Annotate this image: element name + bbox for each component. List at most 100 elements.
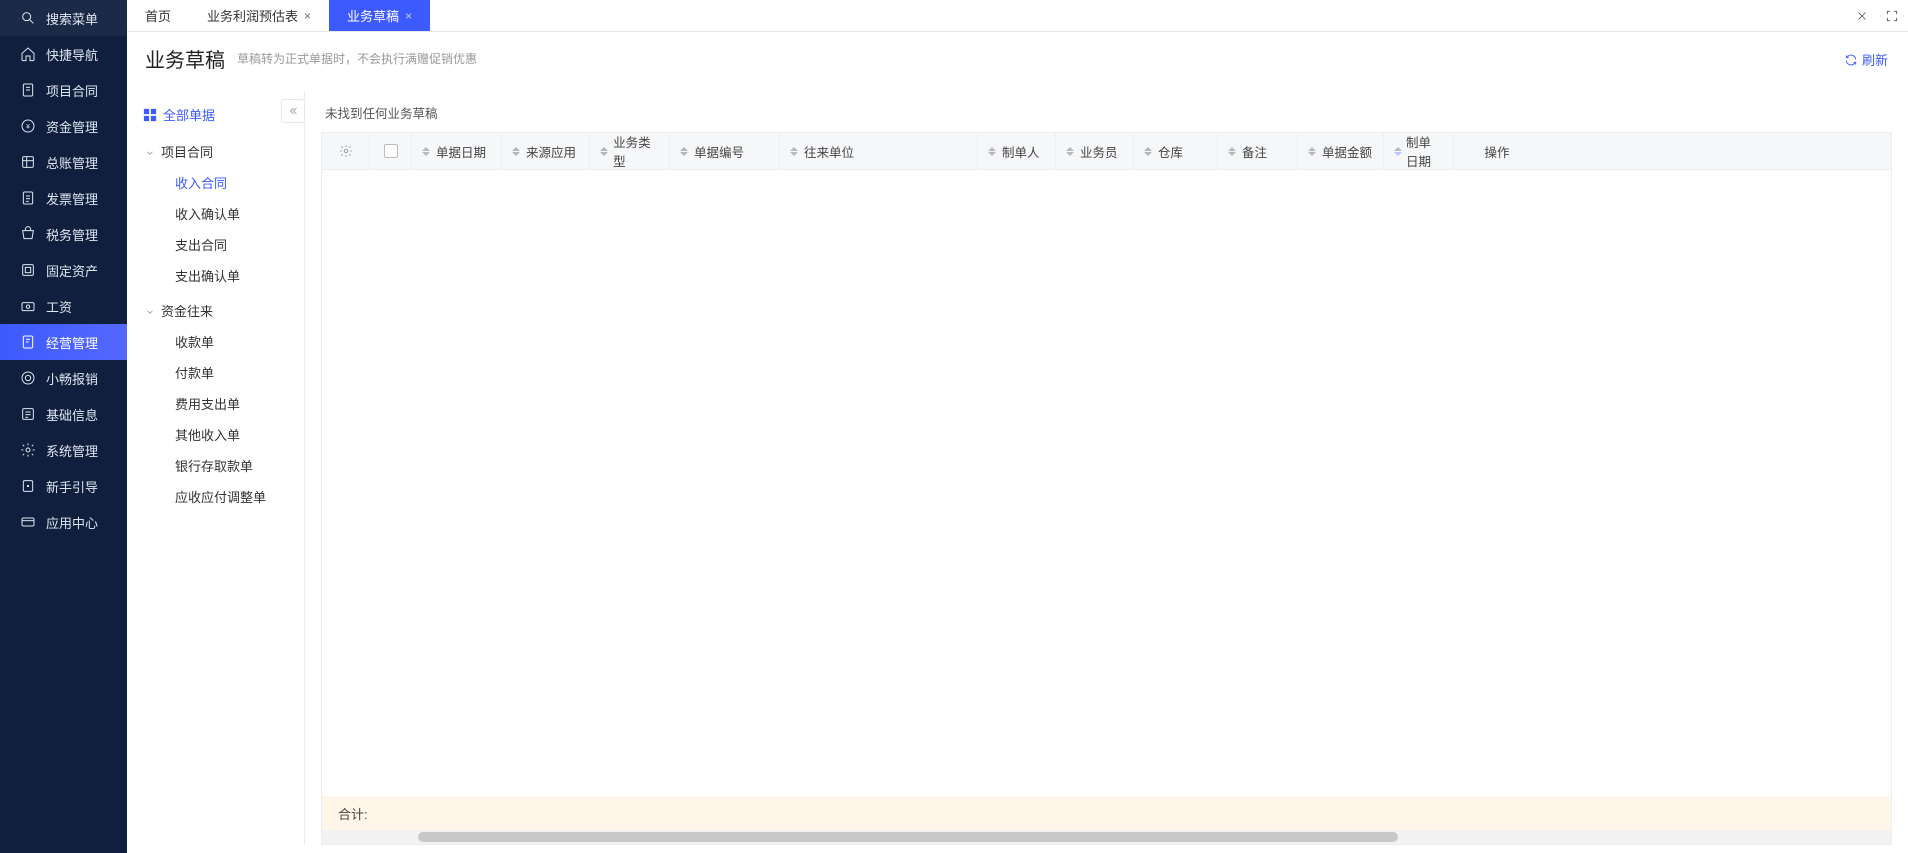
sidebar-label: 经营管理	[46, 333, 98, 352]
ops-icon	[20, 334, 36, 350]
sidebar-item-ops[interactable]: 经营管理	[0, 324, 127, 360]
page-subtitle: 草稿转为正式单据时，不会执行满赠促销优惠	[237, 50, 477, 67]
sidebar-label: 新手引导	[46, 477, 98, 496]
tree-item-ar-ap-adjust[interactable]: 应收应付调整单	[145, 481, 296, 512]
sidebar-item-money[interactable]: ¥ 资金管理	[0, 108, 127, 144]
sidebar-item-invoice[interactable]: 发票管理	[0, 180, 127, 216]
no-data-message: 未找到任何业务草稿	[321, 99, 1892, 132]
table: 单据日期 来源应用 业务类型 单据编号 往来单位 制单人 业务员 仓库 备注 单…	[321, 132, 1892, 845]
col-business-type[interactable]: 业务类型	[590, 133, 670, 169]
sort-icon	[988, 144, 998, 158]
col-doc-no[interactable]: 单据编号	[670, 133, 780, 169]
reimburse-icon	[20, 370, 36, 386]
tree-group-contract: 项目合同 收入合同 收入确认单 支出合同 支出确认单	[145, 136, 296, 291]
col-maker[interactable]: 制单人	[978, 133, 1056, 169]
tree-item-income-contract[interactable]: 收入合同	[145, 167, 296, 198]
sidebar-item-salary[interactable]: 工资	[0, 288, 127, 324]
tabs-bar: 首页 业务利润预估表 × 业务草稿 ×	[127, 0, 1908, 32]
sort-icon	[680, 144, 690, 158]
home-icon	[20, 46, 36, 62]
scrollbar-thumb[interactable]	[418, 832, 1398, 842]
col-note[interactable]: 备注	[1218, 133, 1298, 169]
main: 首页 业务利润预估表 × 业务草稿 × 业务草稿 草稿转为正式单据时，不会执行满…	[127, 0, 1908, 853]
page-title: 业务草稿	[145, 44, 225, 73]
col-salesperson[interactable]: 业务员	[1056, 133, 1134, 169]
tree-item-expense[interactable]: 费用支出单	[145, 388, 296, 419]
tree-group-header[interactable]: 项目合同	[145, 136, 296, 167]
tax-icon	[20, 226, 36, 242]
sidebar-item-apps[interactable]: 应用中心	[0, 504, 127, 540]
sidebar-item-asset[interactable]: 固定资产	[0, 252, 127, 288]
table-footer: 合计:	[322, 796, 1891, 830]
collapse-panel-button[interactable]	[281, 99, 305, 123]
search-icon	[20, 10, 36, 26]
sort-icon	[1144, 144, 1154, 158]
footer-total-label: 合计:	[338, 804, 368, 823]
tab-label: 业务草稿	[347, 6, 399, 25]
category-tree: 项目合同 收入合同 收入确认单 支出合同 支出确认单 资金往来 收款单 付款	[127, 136, 304, 512]
checkbox-icon	[384, 144, 398, 158]
sidebar-item-info[interactable]: 基础信息	[0, 396, 127, 432]
sidebar-label: 发票管理	[46, 189, 98, 208]
sort-icon	[422, 144, 432, 158]
tree-item-other-income[interactable]: 其他收入单	[145, 419, 296, 450]
tab-business-draft[interactable]: 业务草稿 ×	[329, 0, 430, 31]
sidebar-label: 税务管理	[46, 225, 98, 244]
horizontal-scrollbar[interactable]	[322, 830, 1891, 844]
tree-item-expense-contract[interactable]: 支出合同	[145, 229, 296, 260]
col-date[interactable]: 单据日期	[412, 133, 502, 169]
sidebar: 搜索菜单 快捷导航 项目合同 ¥ 资金管理 总账管理 发票管理 税务管理 固定资	[0, 0, 127, 853]
grid-icon	[143, 108, 157, 122]
tree-group-header[interactable]: 资金往来	[145, 295, 296, 326]
refresh-button[interactable]: 刷新	[1844, 50, 1888, 69]
sidebar-item-search[interactable]: 搜索菜单	[0, 0, 127, 36]
sidebar-label: 系统管理	[46, 441, 98, 460]
col-make-date[interactable]: 制单日期	[1384, 133, 1454, 169]
col-amount[interactable]: 单据金额	[1298, 133, 1384, 169]
fullscreen-button[interactable]	[1882, 6, 1902, 26]
tree-item-payment[interactable]: 付款单	[145, 357, 296, 388]
tree-item-expense-confirm[interactable]: 支出确认单	[145, 260, 296, 291]
sort-icon	[600, 144, 609, 158]
col-source-app[interactable]: 来源应用	[502, 133, 590, 169]
close-all-button[interactable]	[1852, 6, 1872, 26]
chevron-down-icon	[145, 146, 157, 158]
category-panel: 全部单据 项目合同 收入合同 收入确认单 支出合同 支出确认单	[127, 91, 305, 845]
tree-item-income-confirm[interactable]: 收入确认单	[145, 198, 296, 229]
tab-profit-estimate[interactable]: 业务利润预估表 ×	[189, 0, 329, 31]
sidebar-item-tax[interactable]: 税务管理	[0, 216, 127, 252]
category-header-all[interactable]: 全部单据	[127, 99, 304, 136]
sidebar-item-system[interactable]: 系统管理	[0, 432, 127, 468]
svg-text:¥: ¥	[26, 124, 30, 131]
sort-icon	[1394, 144, 1402, 158]
apps-icon	[20, 514, 36, 530]
sidebar-item-guide[interactable]: 新手引导	[0, 468, 127, 504]
tab-home[interactable]: 首页	[127, 0, 189, 31]
sidebar-item-contract[interactable]: 项目合同	[0, 72, 127, 108]
info-icon	[20, 406, 36, 422]
column-settings-button[interactable]	[322, 133, 370, 169]
sidebar-item-ledger[interactable]: 总账管理	[0, 144, 127, 180]
refresh-icon	[1844, 53, 1858, 67]
sidebar-label: 资金管理	[46, 117, 98, 136]
salary-icon	[20, 298, 36, 314]
tab-label: 首页	[145, 6, 171, 25]
tab-label: 业务利润预估表	[207, 6, 298, 25]
sort-icon	[790, 144, 800, 158]
col-operations: 操作	[1454, 133, 1540, 169]
close-icon[interactable]: ×	[405, 9, 412, 23]
money-icon: ¥	[20, 118, 36, 134]
sidebar-label: 搜索菜单	[46, 9, 98, 28]
sidebar-label: 基础信息	[46, 405, 98, 424]
sort-icon	[1308, 144, 1318, 158]
select-all-checkbox[interactable]	[370, 133, 412, 169]
close-icon[interactable]: ×	[304, 9, 311, 23]
sidebar-item-nav[interactable]: 快捷导航	[0, 36, 127, 72]
col-warehouse[interactable]: 仓库	[1134, 133, 1218, 169]
tree-item-receipt[interactable]: 收款单	[145, 326, 296, 357]
tree-item-bank-transfer[interactable]: 银行存取款单	[145, 450, 296, 481]
col-customer[interactable]: 往来单位	[780, 133, 978, 169]
sort-icon	[1228, 144, 1238, 158]
invoice-icon	[20, 190, 36, 206]
sidebar-item-reimburse[interactable]: 小畅报销	[0, 360, 127, 396]
